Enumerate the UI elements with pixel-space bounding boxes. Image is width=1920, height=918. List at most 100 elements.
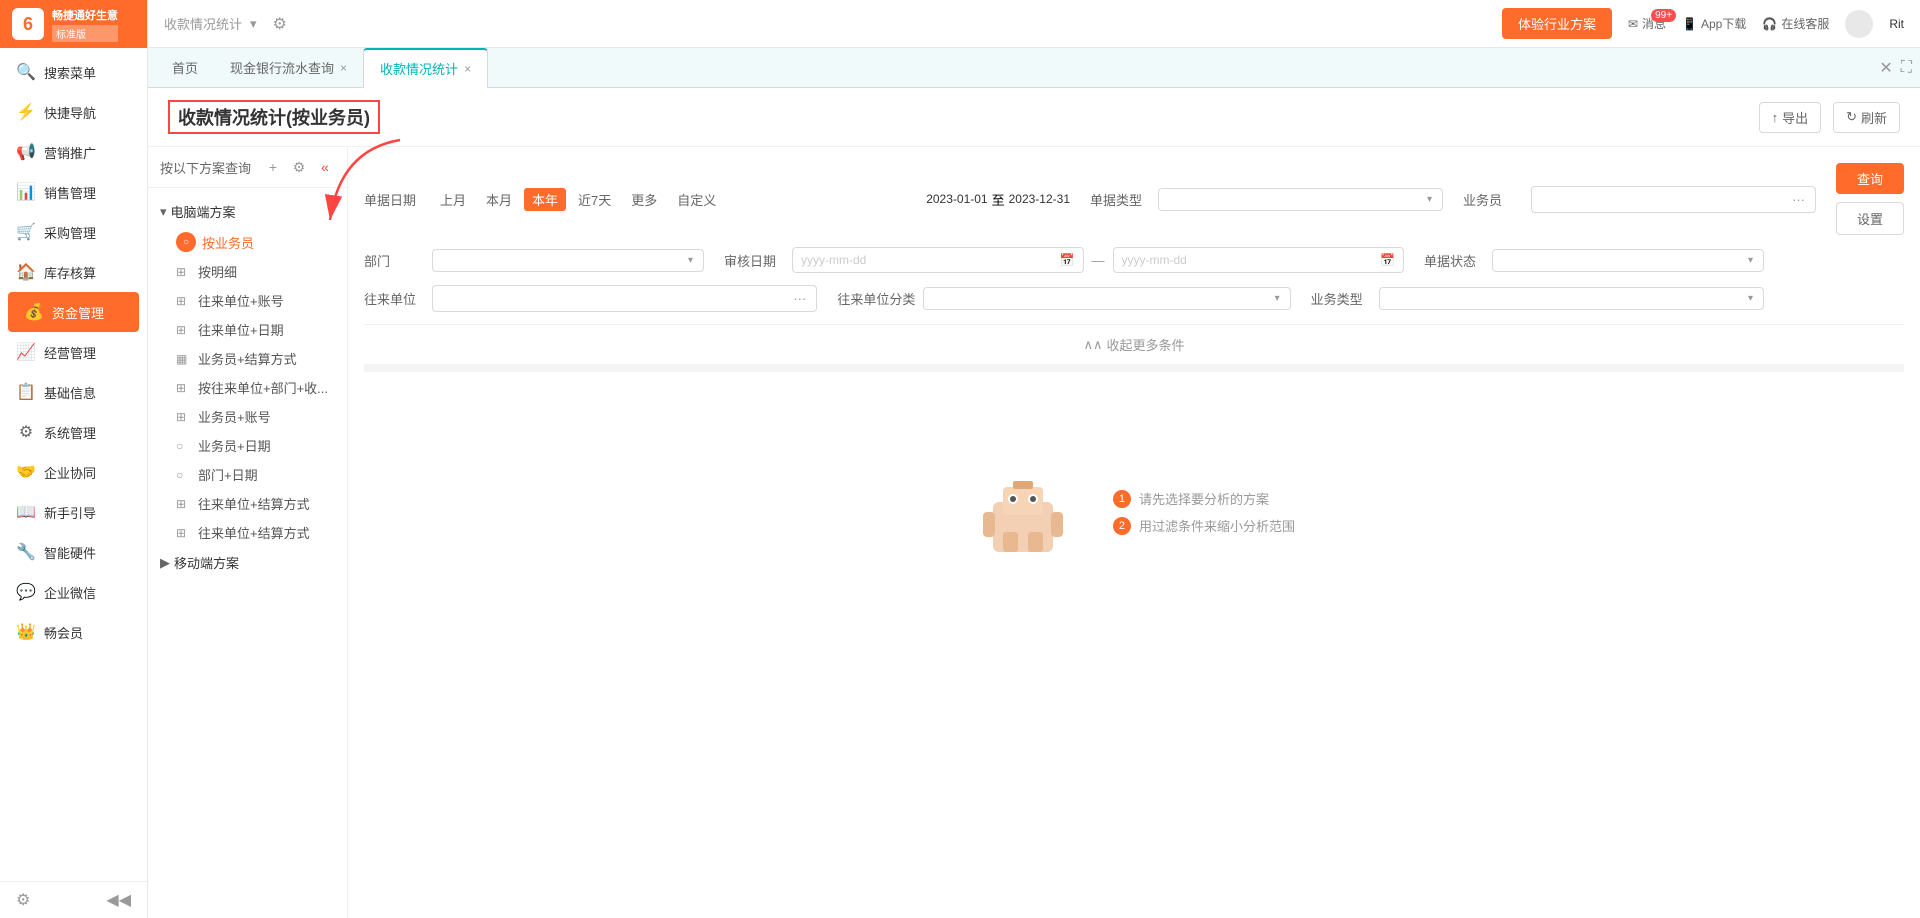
sidebar-item-采购管理[interactable]: 🛒采购管理 xyxy=(0,212,147,252)
tab-label: 现金银行流水查询 xyxy=(230,58,334,77)
sidebar-item-搜索菜单[interactable]: 🔍搜索菜单 xyxy=(0,52,147,92)
collapse-sidebar-icon[interactable]: ◀◀ xyxy=(106,890,131,910)
tab-0[interactable]: 首页 xyxy=(156,48,214,88)
header-icons: ✉ 消息 99+ 📱 App下载 🎧 在线客服 Rit xyxy=(1628,10,1904,38)
sidebar-icon: 📖 xyxy=(16,502,36,522)
tree-item-0[interactable]: ○按业务员 xyxy=(148,227,347,257)
tree-item-8[interactable]: ○部门+日期 xyxy=(148,460,347,489)
audit-date-from[interactable]: yyyy-mm-dd 📅 xyxy=(792,247,1084,273)
doc-status-chevron-icon: ▾ xyxy=(1748,255,1753,266)
tree-item-6[interactable]: ⊞业务员+账号 xyxy=(148,402,347,431)
sidebar-item-企业微信[interactable]: 💬企业微信 xyxy=(0,572,147,612)
collapse-bar[interactable]: ∧∧ 收起更多条件 xyxy=(364,324,1904,364)
date-range-display: 2023-01-01 至 2023-12-31 xyxy=(926,190,1070,209)
header-settings-icon[interactable]: ⚙ xyxy=(273,14,287,34)
type-select[interactable]: ▾ xyxy=(1158,188,1443,211)
audit-date-label: 审核日期 xyxy=(724,251,784,270)
salesperson-input[interactable]: ··· xyxy=(1531,186,1816,213)
sidebar-item-智能硬件[interactable]: 🔧智能硬件 xyxy=(0,532,147,572)
user-name[interactable]: Rit xyxy=(1889,17,1904,31)
empty-step-2: 2 用过滤条件来缩小分析范围 xyxy=(1113,516,1295,535)
sidebar-icon: 📢 xyxy=(16,142,36,162)
page-header: 收款情况统计(按业务员) ↑ 导出 ↻ 刷新 xyxy=(148,88,1920,147)
sidebar-item-资金管理[interactable]: 💰资金管理 xyxy=(8,292,139,332)
query-btn[interactable]: 查询 xyxy=(1836,163,1904,194)
date-quick-btn-近7天[interactable]: 近7天 xyxy=(570,188,619,211)
active-item-icon: ○ xyxy=(176,232,196,252)
tree-item-label: 业务员+账号 xyxy=(198,407,271,426)
partner-field-group: 往来单位 ··· xyxy=(364,285,817,312)
sidebar-label: 销售管理 xyxy=(44,183,96,202)
message-btn[interactable]: ✉ 消息 99+ xyxy=(1628,15,1666,32)
scheme-settings-btn[interactable]: ⚙ xyxy=(289,157,309,177)
settings-icon[interactable]: ⚙ xyxy=(16,890,30,910)
settings-btn[interactable]: 设置 xyxy=(1836,202,1904,235)
tab-2[interactable]: 收款情况统计× xyxy=(363,48,488,88)
sidebar-item-销售管理[interactable]: 📊销售管理 xyxy=(0,172,147,212)
trial-btn[interactable]: 体验行业方案 xyxy=(1502,8,1612,39)
partner-category-select[interactable]: ▾ xyxy=(923,287,1290,310)
header-actions: 体验行业方案 ✉ 消息 99+ 📱 App下载 🎧 在线客服 Rit xyxy=(1502,8,1904,39)
refresh-btn[interactable]: ↻ 刷新 xyxy=(1833,102,1900,133)
tree-item-icon: ⊞ xyxy=(176,265,192,279)
app-download-btn[interactable]: 📱 App下载 xyxy=(1682,15,1746,32)
sidebar-label: 营销推广 xyxy=(44,143,96,162)
logo-text: 畅捷通好生意 标准版 xyxy=(52,7,118,42)
dept-chevron-icon: ▾ xyxy=(688,255,693,266)
tree-item-2[interactable]: ⊞往来单位+账号 xyxy=(148,286,347,315)
tab-1[interactable]: 现金银行流水查询 × xyxy=(214,48,363,88)
sidebar-item-系统管理[interactable]: ⚙系统管理 xyxy=(0,412,147,452)
sidebar-item-基础信息[interactable]: 📋基础信息 xyxy=(0,372,147,412)
mobile-scheme-parent[interactable]: ▶ 移动端方案 xyxy=(148,547,347,578)
add-scheme-btn[interactable]: + xyxy=(263,157,283,177)
page-title: 收款情况统计(按业务员) xyxy=(168,100,380,134)
tab-close-icon[interactable]: × xyxy=(464,62,471,76)
user-avatar[interactable] xyxy=(1845,10,1873,38)
date-quick-btn-本月[interactable]: 本月 xyxy=(478,188,520,211)
header-left: 收款情况统计 ▾ ⚙ xyxy=(164,14,287,34)
empty-step-1: 1 请先选择要分析的方案 xyxy=(1113,489,1295,508)
sidebar-label: 基础信息 xyxy=(44,383,96,402)
sidebar-item-快捷导航[interactable]: ⚡快捷导航 xyxy=(0,92,147,132)
tree-item-5[interactable]: ⊞按往来单位+部门+收... xyxy=(148,373,347,402)
date-quick-btn-本年[interactable]: 本年 xyxy=(524,188,566,211)
header-dropdown-icon[interactable]: ▾ xyxy=(250,16,257,32)
tree-item-4[interactable]: ▦业务员+结算方式 xyxy=(148,344,347,373)
tree-item-1[interactable]: ⊞按明细 xyxy=(148,257,347,286)
dept-select[interactable]: ▾ xyxy=(432,249,704,272)
export-btn[interactable]: ↑ 导出 xyxy=(1759,102,1822,133)
doc-status-select[interactable]: ▾ xyxy=(1492,249,1764,272)
date-quick-btn-自定义[interactable]: 自定义 xyxy=(669,188,724,211)
audit-date-to[interactable]: yyyy-mm-dd 📅 xyxy=(1113,247,1405,273)
tree-item-7[interactable]: ○业务员+日期 xyxy=(148,431,347,460)
business-type-select[interactable]: ▾ xyxy=(1379,287,1764,310)
salesperson-label: 业务员 xyxy=(1463,190,1523,209)
tree-item-icon: ⊞ xyxy=(176,526,192,540)
export-icon: ↑ xyxy=(1772,110,1779,125)
header-breadcrumb: 收款情况统计 xyxy=(164,14,242,33)
tree-item-3[interactable]: ⊞往来单位+日期 xyxy=(148,315,347,344)
sidebar-item-经营管理[interactable]: 📈经营管理 xyxy=(0,332,147,372)
sidebar-icon: 🤝 xyxy=(16,462,36,482)
right-panel: 单据日期 上月本月本年近7天更多自定义 2023-01-01 至 2023-12… xyxy=(348,147,1920,918)
desktop-scheme-parent[interactable]: ▾ 电脑端方案 xyxy=(148,196,347,227)
maximize-btn[interactable]: ⛶ xyxy=(1901,58,1912,78)
online-service-btn[interactable]: 🎧 在线客服 xyxy=(1762,15,1829,32)
sidebar-item-营销推广[interactable]: 📢 营销推广 xyxy=(0,132,147,172)
tab-close-icon[interactable]: × xyxy=(340,61,347,75)
form-row-3: 往来单位 ··· 往来单位分类 ▾ 业务类型 xyxy=(364,285,1904,312)
sidebar-item-畅会员[interactable]: 👑畅会员 xyxy=(0,612,147,652)
type-chevron-icon: ▾ xyxy=(1427,194,1432,205)
tree-item-9[interactable]: ⊞往来单位+结算方式 xyxy=(148,489,347,518)
sidebar-icon: 💬 xyxy=(16,582,36,602)
date-quick-btn-更多[interactable]: 更多 xyxy=(623,188,665,211)
partner-input[interactable]: ··· xyxy=(432,285,817,312)
close-all-tabs-btn[interactable]: ✕ xyxy=(1879,58,1892,78)
tree-item-icon: ⊞ xyxy=(176,323,192,337)
sidebar-item-库存核算[interactable]: 🏠库存核算 xyxy=(0,252,147,292)
tree-item-10[interactable]: ⊞往来单位+结算方式 xyxy=(148,518,347,547)
sidebar-item-新手引导[interactable]: 📖新手引导 xyxy=(0,492,147,532)
collapse-panel-btn[interactable]: « xyxy=(315,157,335,177)
sidebar-item-企业协同[interactable]: 🤝企业协同 xyxy=(0,452,147,492)
date-quick-btn-上月[interactable]: 上月 xyxy=(432,188,474,211)
